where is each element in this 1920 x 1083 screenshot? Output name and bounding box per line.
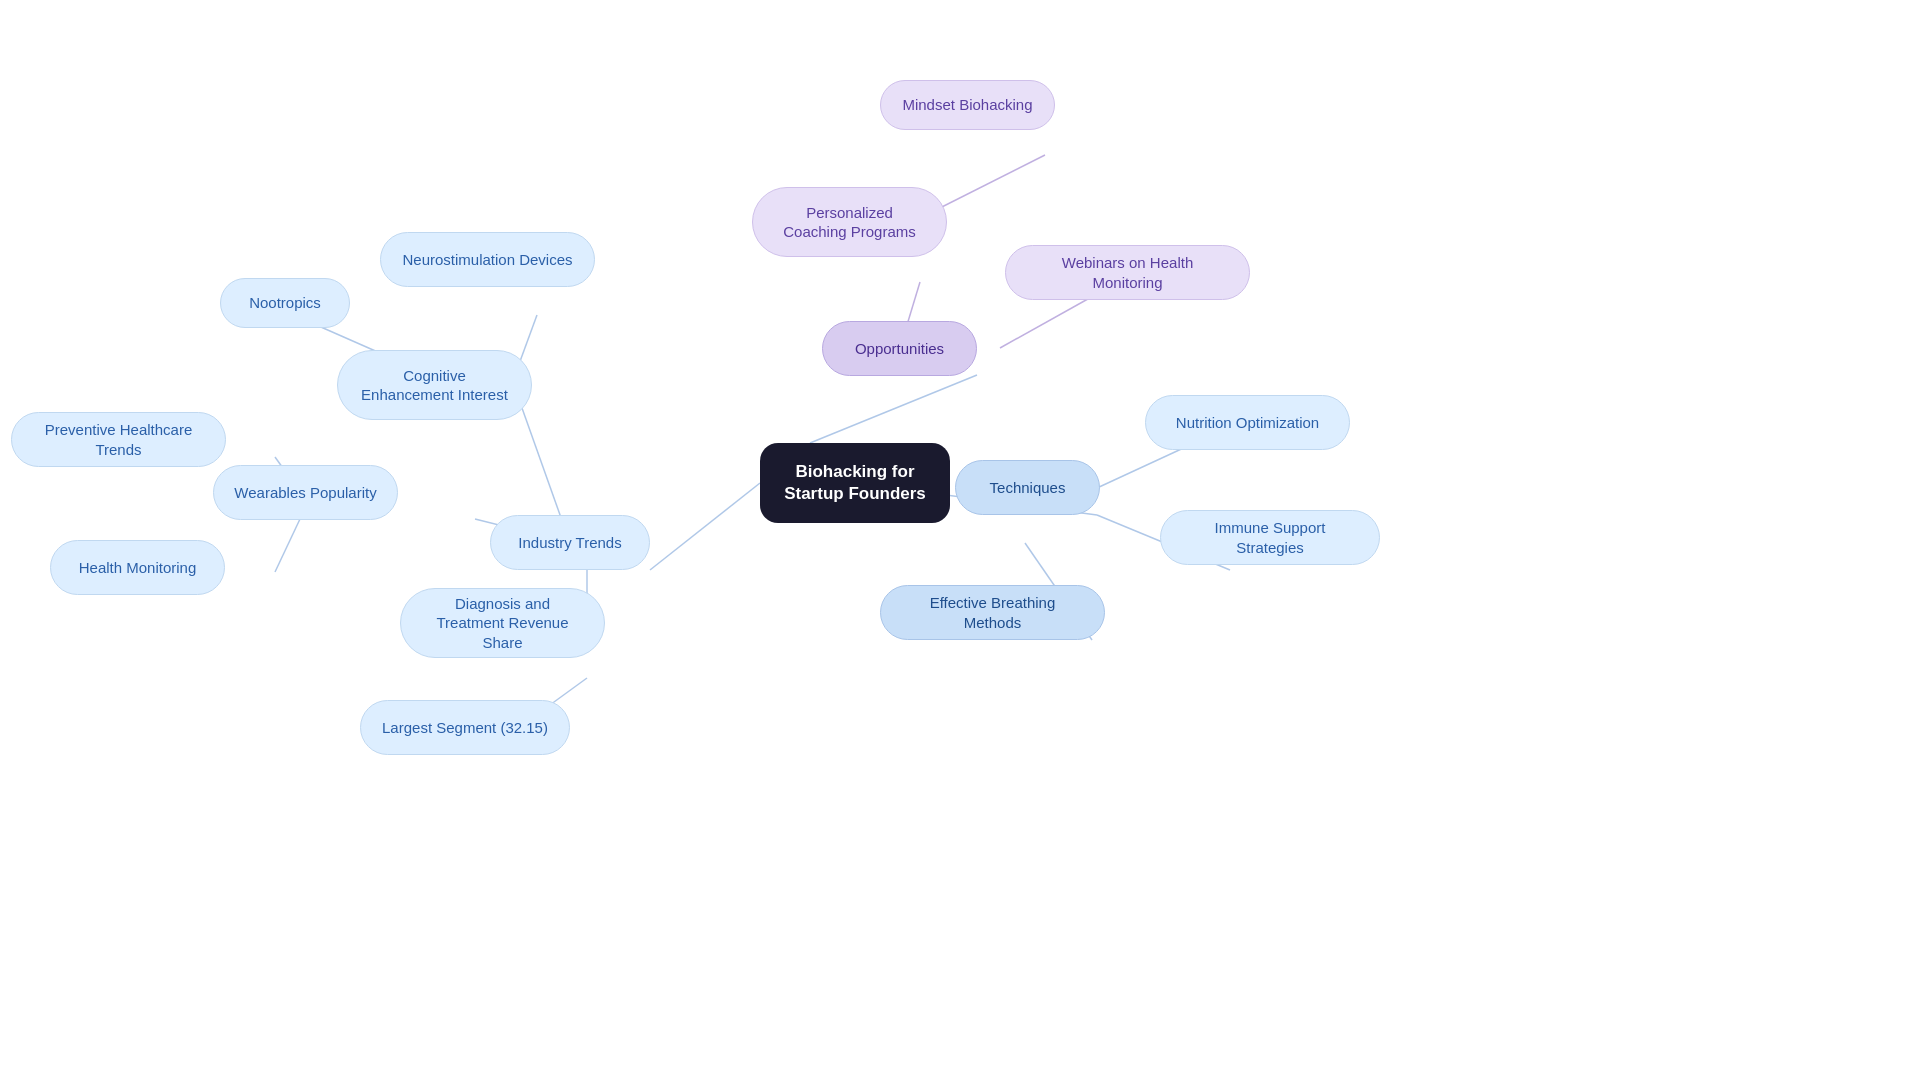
opportunities-node: Opportunities <box>822 321 977 376</box>
industry-trends-node: Industry Trends <box>490 515 650 570</box>
nootropics-node: Nootropics <box>220 278 350 328</box>
svg-line-9 <box>275 519 300 572</box>
diagnosis-treatment-node: Diagnosis and Treatment Revenue Share <box>400 588 605 658</box>
svg-line-0 <box>650 483 760 570</box>
health-monitoring-node: Health Monitoring <box>50 540 225 595</box>
mindset-biohacking-node: Mindset Biohacking <box>880 80 1055 130</box>
center-node: Biohacking for Startup Founders <box>760 443 950 523</box>
effective-breathing-node: Effective Breathing Methods <box>880 585 1105 640</box>
techniques-node: Techniques <box>955 460 1100 515</box>
cognitive-enhancement-node: Cognitive Enhancement Interest <box>337 350 532 420</box>
svg-line-12 <box>1000 295 1095 348</box>
svg-line-1 <box>810 375 977 443</box>
wearables-popularity-node: Wearables Popularity <box>213 465 398 520</box>
webinars-health-node: Webinars on Health Monitoring <box>1005 245 1250 300</box>
nutrition-optimization-node: Nutrition Optimization <box>1145 395 1350 450</box>
neurostimulation-node: Neurostimulation Devices <box>380 232 595 287</box>
preventive-healthcare-node: Preventive Healthcare Trends <box>11 412 226 467</box>
largest-segment-node: Largest Segment (32.15) <box>360 700 570 755</box>
personalized-coaching-node: Personalized Coaching Programs <box>752 187 947 257</box>
immune-support-node: Immune Support Strategies <box>1160 510 1380 565</box>
svg-line-14 <box>1097 445 1190 488</box>
